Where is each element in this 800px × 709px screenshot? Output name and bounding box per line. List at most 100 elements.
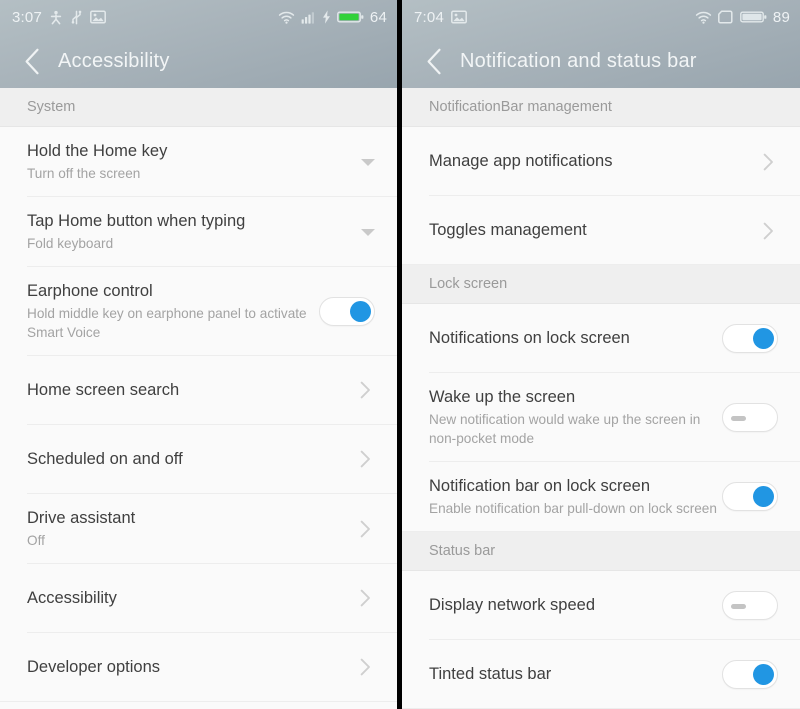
list-item-tinted-status-bar[interactable]: Tinted status bar [402, 639, 800, 709]
list-item-hold-the-home-key[interactable]: Hold the Home key Turn off the screen [0, 127, 397, 198]
toggle-switch-off[interactable] [722, 402, 778, 432]
left-phone-screen: 3:07 64 Accessibility System Hold the Ho… [0, 0, 397, 709]
left-header: 3:07 64 Accessibility [0, 0, 397, 88]
right-header: 7:04 89 Notification and status bar [402, 0, 800, 88]
battery-icon [337, 10, 364, 24]
section-header-lock-screen: Lock screen [402, 265, 800, 304]
list-item-home-screen-search[interactable]: Home screen search [0, 355, 397, 425]
list-item-notifications-on-lock-screen[interactable]: Notifications on lock screen [402, 304, 800, 373]
list-item-text-group: Earphone control Hold middle key on earph… [27, 267, 319, 356]
status-bar-clock: 7:04 [414, 8, 444, 26]
list-item-manage-app-notifications[interactable]: Manage app notifications [402, 127, 800, 196]
list-item-title: Home screen search [27, 381, 180, 400]
dual-screenshot-container: 3:07 64 Accessibility System Hold the Ho… [0, 0, 800, 709]
list-item-title: Notifications on lock screen [429, 329, 630, 348]
charging-bolt-icon [322, 10, 331, 24]
wifi-icon [695, 11, 712, 24]
list-item-text-group: Drive assistant Off [27, 494, 319, 564]
row-separator [0, 700, 397, 702]
list-item-title: Tap Home button when typing [27, 212, 246, 231]
back-chevron-icon[interactable] [18, 47, 46, 75]
list-item-tap-home-button-when-typing[interactable]: Tap Home button when typing Fold keyboard [0, 197, 397, 268]
list-item-title: Notification bar on lock screen [429, 476, 651, 495]
toggle-switch-on[interactable] [722, 482, 778, 512]
section-header-status-bar: Status bar [402, 531, 800, 571]
list-item-earphone-control[interactable]: Earphone control Hold middle key on earph… [0, 267, 397, 356]
list-item-text-group: Toggles management [429, 206, 722, 254]
list-item-title: Wake up the screen [429, 388, 576, 406]
toggle-knob [731, 415, 746, 421]
list-item-subtitle: Hold middle key on earphone panel to act… [27, 306, 307, 341]
right-status-bar-left-group: 7:04 [414, 9, 467, 26]
chevron-right-icon [758, 221, 778, 241]
left-status-bar-left-group: 3:07 [12, 9, 106, 26]
toggle-knob [753, 663, 774, 685]
list-item-subtitle: Fold keyboard [27, 236, 114, 252]
toggle-knob [753, 328, 774, 349]
page-title: Accessibility [58, 49, 170, 72]
list-item-text-group: Display network speed [429, 581, 722, 629]
list-item-title: Earphone control [27, 282, 153, 301]
chevron-right-icon [758, 152, 778, 172]
list-item-text-group: Home screen search [27, 366, 319, 414]
list-item-subtitle: New notification would wake up the scree… [429, 412, 701, 447]
status-bar-clock: 3:07 [12, 8, 42, 26]
list-item-text-group: Hold the Home key Turn off the screen [27, 127, 319, 197]
list-item-title: Hold the Home key [27, 142, 168, 160]
list-item-title: Developer options [27, 658, 160, 677]
right-settings-list: NotificationBar management Manage app not… [402, 88, 800, 709]
row-separator [402, 530, 800, 532]
right-phone-screen: 7:04 89 Notification and status bar Noti… [402, 0, 800, 709]
toggle-switch-on[interactable] [722, 659, 778, 689]
left-status-bar-right-group: 64 [278, 9, 387, 26]
list-item-text-group: Wake up the screen New notification would… [429, 373, 722, 462]
section-header-notificationbar-management: NotificationBar management [402, 88, 800, 127]
list-item-scheduled-on-and-off[interactable]: Scheduled on and off [0, 424, 397, 494]
toggle-switch-off[interactable] [722, 590, 778, 620]
toggle-knob [350, 300, 371, 322]
list-item-text-group: Notification bar on lock screen Enable no… [429, 462, 722, 532]
toggle-switch-on[interactable] [722, 324, 778, 353]
list-item-text-group: Notifications on lock screen [429, 314, 722, 362]
list-item-subtitle: Turn off the screen [27, 166, 141, 182]
list-item-subtitle: Enable notification bar pull-down on loc… [429, 501, 717, 517]
list-item-text-group: Tinted status bar [429, 650, 722, 698]
toggle-switch-on[interactable] [319, 296, 375, 326]
right-title-bar: Notification and status bar [402, 34, 800, 88]
battery-percent-label: 89 [772, 8, 790, 26]
list-item-drive-assistant[interactable]: Drive assistant Off [0, 493, 397, 564]
chevron-right-icon [355, 657, 375, 677]
usb-icon [70, 10, 83, 25]
list-item-title: Toggles management [429, 221, 587, 240]
list-item-title: Scheduled on and off [27, 450, 183, 469]
section-header-system: System [0, 88, 397, 127]
back-chevron-icon[interactable] [420, 47, 448, 75]
list-item-text-group: Developer options [27, 643, 319, 691]
left-settings-list: System Hold the Home key Turn off the scre… [0, 88, 397, 709]
list-item-title: Accessibility [27, 589, 117, 608]
chevron-right-icon [355, 380, 375, 400]
list-item-text-group: Scheduled on and off [27, 435, 319, 483]
list-item-title: Drive assistant [27, 508, 136, 527]
chevron-right-icon [355, 449, 375, 469]
list-item-display-network-speed[interactable]: Display network speed [402, 570, 800, 640]
signal-bars-icon [301, 11, 316, 24]
list-item-notification-bar-on-lock-screen[interactable]: Notification bar on lock screen Enable no… [402, 461, 800, 532]
battery-percent-label: 64 [369, 8, 387, 26]
list-item-developer-options[interactable]: Developer options [0, 632, 397, 702]
list-item-wake-up-the-screen[interactable]: Wake up the screen New notification would… [402, 373, 800, 462]
chevron-down-icon [361, 228, 375, 236]
sim-card-icon [717, 10, 734, 24]
list-item-title: Manage app notifications [429, 152, 613, 171]
chevron-down-icon [361, 158, 375, 166]
page-title: Notification and status bar [460, 49, 697, 72]
chevron-right-icon [355, 588, 375, 608]
toggle-knob [753, 486, 774, 508]
right-status-bar: 7:04 89 [402, 0, 800, 34]
image-icon [90, 10, 106, 24]
list-item-toggles-management[interactable]: Toggles management [402, 196, 800, 265]
list-item-text-group: Accessibility [27, 574, 319, 622]
list-item-accessibility[interactable]: Accessibility [0, 563, 397, 633]
toggle-knob [731, 603, 746, 609]
wifi-icon [278, 11, 295, 24]
